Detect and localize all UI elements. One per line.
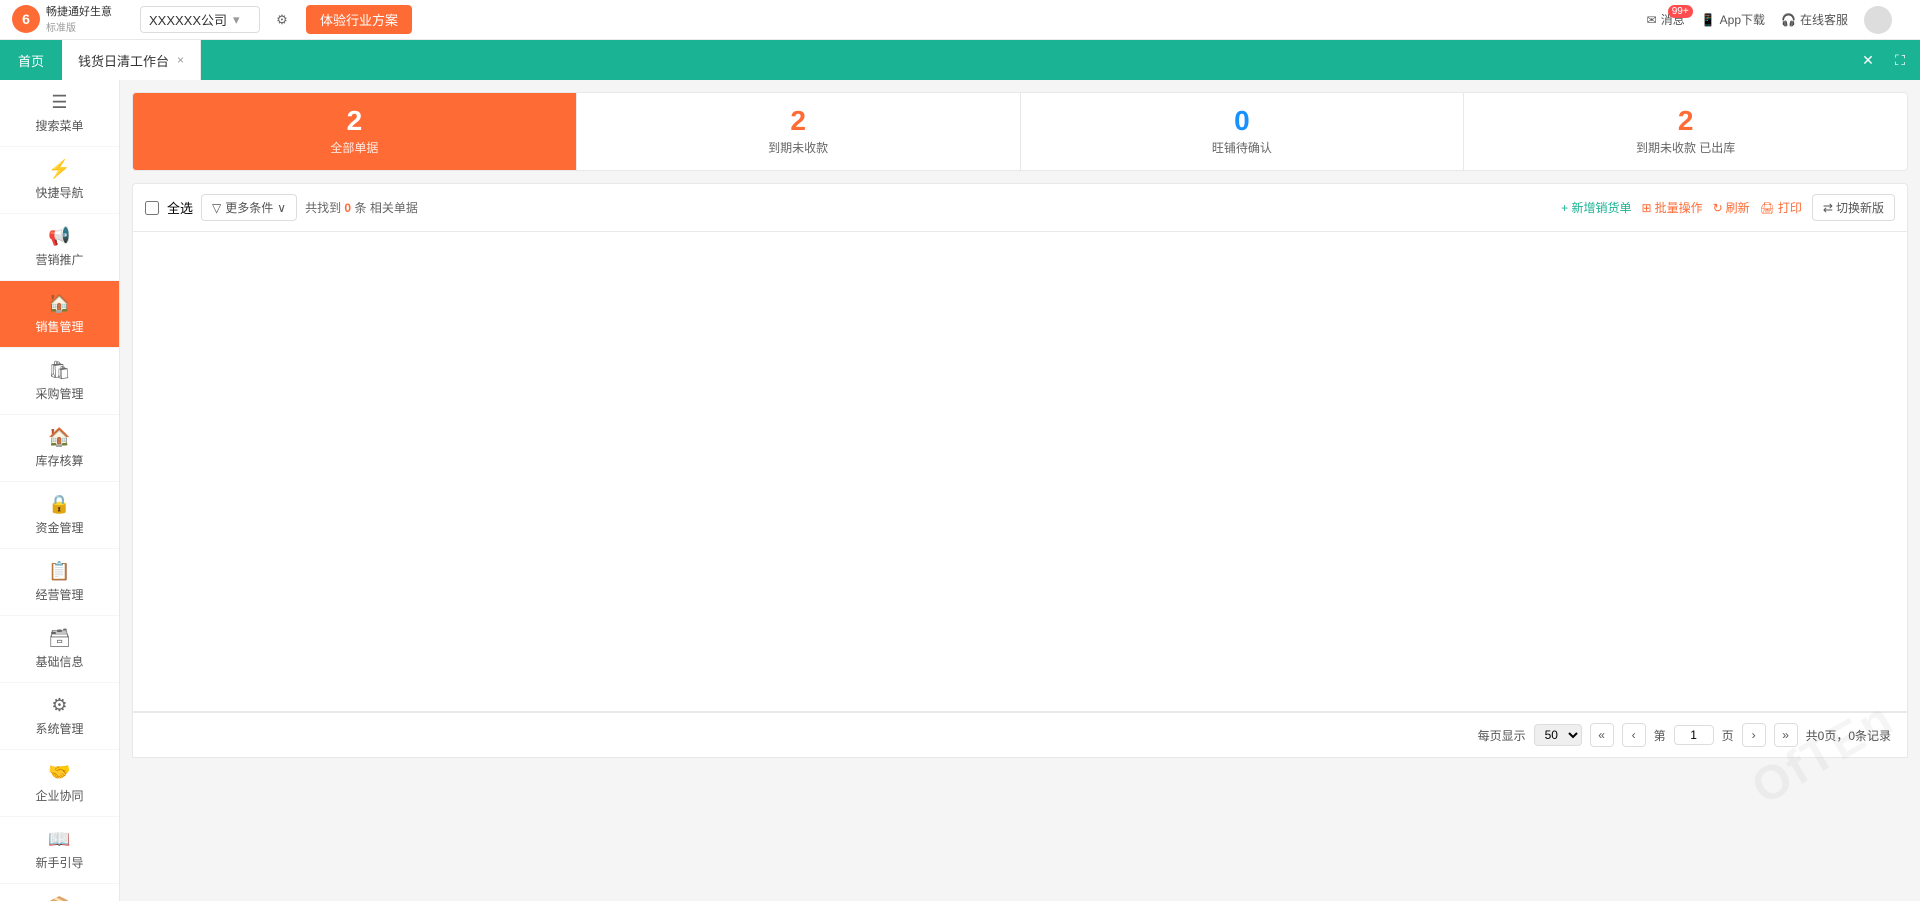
filter-button[interactable]: ▽ 更多条件 ∨ [201,194,297,221]
app-logo: 6 畅捷通好生意 标准版 [12,5,132,34]
table-area [132,232,1908,712]
last-page-button[interactable]: » [1774,723,1798,747]
page-size-label: 每页显示 [1478,727,1526,744]
finance-icon: 🔒 [48,494,70,515]
basic-info-icon: 🗃 [48,628,71,649]
sidebar-item-marketing[interactable]: 📢营销推广 [0,214,119,281]
message-action[interactable]: ✉ 消息 99+ [1647,11,1685,28]
app-center-icon: 📦 [48,896,70,901]
purchase-icon: 🛍 [48,360,71,381]
tab-close-icon[interactable]: × [177,53,184,67]
tab-home[interactable]: 首页 [0,40,62,80]
toolbar: 全选 ▽ 更多条件 ∨ 共找到 0 条 相关单据 + 新增销货单 ⊞ 批量操作 … [132,183,1908,232]
print-button[interactable]: 🖨 打印 [1760,199,1802,216]
page-size-select[interactable]: 50 [1534,724,1582,746]
online-service-action[interactable]: 🎧 在线客服 [1781,11,1848,28]
tab-bar: 首页 钱货日清工作台 × ✕ ⛶ [0,40,1920,80]
toolbar-left: 全选 ▽ 更多条件 ∨ 共找到 0 条 相关单据 [145,194,1553,221]
stat-label-overdue-out: 到期未收款 已出库 [1484,139,1887,156]
sidebar-item-operation[interactable]: 📋经营管理 [0,549,119,616]
batch-button[interactable]: ⊞ 批量操作 [1642,199,1703,216]
select-all-checkbox[interactable] [145,201,159,215]
first-page-button[interactable]: « [1590,723,1614,747]
service-icon: 🎧 [1781,13,1796,27]
stat-card-pending[interactable]: 0 旺铺待确认 [1021,93,1465,170]
message-badge: 99+ [1668,5,1693,18]
pagination-bar: 每页显示 50 « ‹ 第 页 › » 共0页，0条记录 [132,712,1908,758]
next-page-button[interactable]: › [1742,723,1766,747]
batch-icon: ⊞ [1642,201,1652,215]
settings-icon[interactable]: ⚙ [268,6,296,34]
window-close-icon[interactable]: ✕ [1856,48,1880,72]
sidebar-item-guide[interactable]: 📖新手引导 [0,817,119,884]
sidebar-item-cooperation[interactable]: 🤝企业协同 [0,750,119,817]
refresh-icon: ↻ [1713,201,1723,215]
sidebar-item-sales[interactable]: 🏠销售管理 [0,281,119,348]
stat-card-overdue[interactable]: 2 到期未收款 [577,93,1021,170]
found-text: 共找到 0 条 相关单据 [305,199,418,216]
sidebar-item-basic-info[interactable]: 🗃基础信息 [0,616,119,683]
operation-icon: 📋 [48,561,70,582]
stat-number-pending: 0 [1041,107,1444,135]
toolbar-right: + 新增销货单 ⊞ 批量操作 ↻ 刷新 🖨 打印 ⇄ 切换新版 [1561,194,1895,221]
trial-button[interactable]: 体验行业方案 [306,5,412,34]
switch-button[interactable]: ⇄ 切换新版 [1812,194,1895,221]
tab-bar-actions: ✕ ⛶ [1856,48,1920,72]
found-count: 0 [344,201,351,215]
sidebar-item-purchase[interactable]: 🛍采购管理 [0,348,119,415]
stat-number-overdue: 2 [597,107,1000,135]
sidebar-item-app-center[interactable]: 📦应用中心 [0,884,119,901]
stat-number-all: 2 [153,107,556,135]
page-prefix: 第 [1654,727,1666,744]
prev-page-button[interactable]: ‹ [1622,723,1646,747]
sidebar: ☰搜索菜单⚡快捷导航📢营销推广🏠销售管理🛍采购管理🏠库存核算🔒资金管理📋经营管理… [0,80,120,901]
total-text: 共0页，0条记录 [1806,727,1891,744]
new-order-button[interactable]: + 新增销货单 [1561,199,1631,216]
sidebar-item-inventory[interactable]: 🏠库存核算 [0,415,119,482]
guide-icon: 📖 [48,829,70,850]
system-icon: ⚙ [51,695,67,716]
app-download-action[interactable]: 📱 App下载 [1701,11,1765,28]
company-selector[interactable]: XXXXXX公司 ▾ [140,6,260,33]
stat-card-all[interactable]: 2 全部单据 [133,93,577,170]
cooperation-icon: 🤝 [48,762,70,783]
filter-chevron-icon: ∨ [277,201,286,215]
select-all-label: 全选 [167,198,193,217]
window-expand-icon[interactable]: ⛶ [1888,48,1912,72]
stat-label-all: 全部单据 [153,139,556,156]
sidebar-item-quick-nav[interactable]: ⚡快捷导航 [0,147,119,214]
logo-icon: 6 [12,5,40,33]
marketing-icon: 📢 [48,226,70,247]
filter-icon: ▽ [212,201,221,215]
print-icon: 🖨 [1760,201,1775,215]
stat-label-overdue: 到期未收款 [597,139,1000,156]
chevron-down-icon: ▾ [233,12,240,28]
stat-number-overdue-out: 2 [1484,107,1887,135]
avatar[interactable] [1864,6,1892,34]
inventory-icon: 🏠 [48,427,70,448]
sidebar-item-system[interactable]: ⚙系统管理 [0,683,119,750]
stat-label-pending: 旺铺待确认 [1041,139,1444,156]
quick-nav-icon: ⚡ [48,159,70,180]
sidebar-item-finance[interactable]: 🔒资金管理 [0,482,119,549]
refresh-button[interactable]: ↻ 刷新 [1713,199,1750,216]
search-menu-icon: ☰ [51,92,67,113]
download-icon: 📱 [1701,13,1716,27]
sidebar-item-search-menu[interactable]: ☰搜索菜单 [0,80,119,147]
stat-card-overdue-out[interactable]: 2 到期未收款 已出库 [1464,93,1907,170]
header: 6 畅捷通好生意 标准版 XXXXXX公司 ▾ ⚙ 体验行业方案 ✉ 消息 99… [0,0,1920,40]
header-right: ✉ 消息 99+ 📱 App下载 🎧 在线客服 [1647,6,1908,34]
tab-active[interactable]: 钱货日清工作台 × [62,40,201,80]
sales-icon: 🏠 [48,293,70,314]
main-content: 2 全部单据 2 到期未收款 0 旺铺待确认 2 到期未收款 已出库 全选 ▽ 更多条件 ∨ … [120,80,1920,901]
logo-text: 畅捷通好生意 标准版 [46,5,112,34]
stats-row: 2 全部单据 2 到期未收款 0 旺铺待确认 2 到期未收款 已出库 [132,92,1908,171]
page-input[interactable] [1674,725,1714,745]
switch-icon: ⇄ [1823,201,1833,215]
page-suffix: 页 [1722,727,1734,744]
message-icon: ✉ [1647,13,1657,27]
